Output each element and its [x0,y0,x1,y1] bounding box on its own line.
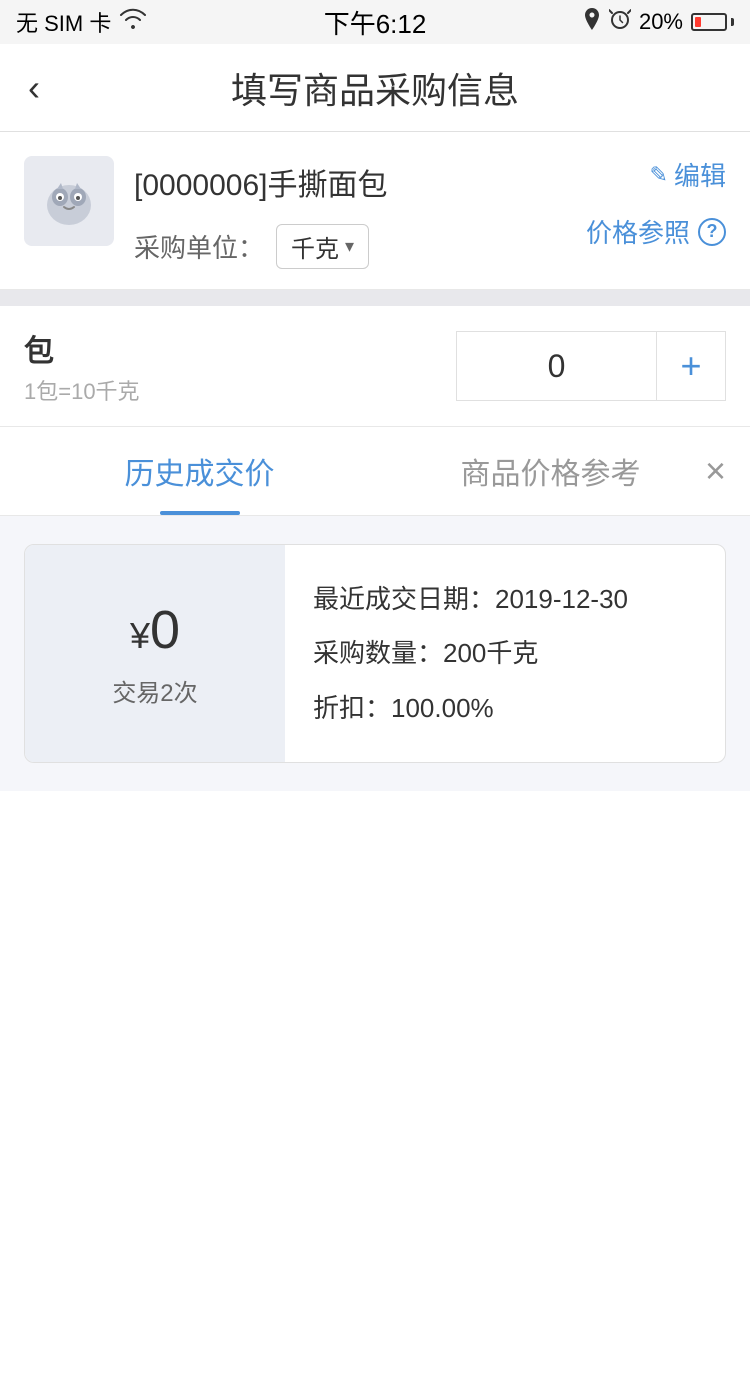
unit-label: 采购单位： [134,228,264,265]
product-name: [0000006]手撕面包 [134,160,387,204]
quantity-input-block: + [456,331,726,401]
wifi-icon [119,8,147,36]
section-divider [0,290,750,306]
status-bar: 无 SIM 卡 下午6:12 20% [0,0,750,44]
discount-label: 折扣： [313,693,391,723]
product-right: ✎ 编辑 价格参照 ? [586,156,726,250]
price-ref-label: 价格参照 [586,213,690,250]
close-button[interactable]: × [705,450,726,492]
carrier-label: 无 SIM 卡 [16,6,111,38]
battery-percent: 20% [639,9,683,35]
status-time: 下午6:12 [324,4,427,41]
edit-button[interactable]: ✎ 编辑 [650,156,726,193]
quantity-plus-button[interactable]: + [656,331,726,401]
help-icon: ? [698,218,726,246]
bottom-area [0,791,750,1391]
discount-value: 100.00% [391,693,494,723]
product-card: [0000006]手撕面包 采购单位： 千克 ▾ ✎ 编辑 价格参照 ? [0,132,750,290]
page-title: 填写商品采购信息 [231,62,519,114]
purchase-qty-value: 200千克 [443,638,538,668]
tab-bar: 历史成交价 商品价格参考 × [0,427,750,516]
page-header: ‹ 填写商品采购信息 [0,44,750,132]
quantity-row: 包 1包=10千克 + [0,306,750,427]
transactions-count: 交易2次 [112,673,197,708]
purchase-qty-row: 采购数量：200千克 [313,635,697,671]
product-thumbnail [24,156,114,246]
unit-value: 千克 [291,229,339,264]
status-right: 20% [583,8,734,36]
product-unit-row: 采购单位： 千克 ▾ [134,224,387,269]
quantity-unit: 包 [24,326,140,370]
back-button[interactable]: ‹ [28,67,40,109]
product-top-row: [0000006]手撕面包 采购单位： 千克 ▾ ✎ 编辑 价格参照 ? [24,156,726,269]
price-value: 0 [150,600,180,660]
alarm-icon [609,8,631,36]
price-reference-button[interactable]: 价格参照 ? [586,213,726,250]
recent-date-label: 最近成交日期： [313,584,495,614]
edit-icon: ✎ [650,162,668,188]
price-card-left: ¥0 交易2次 [25,545,285,762]
battery-indicator [691,13,734,31]
price-card-right: 最近成交日期：2019-12-30 采购数量：200千克 折扣：100.00% [285,545,725,762]
location-icon [583,8,601,36]
edit-label: 编辑 [674,156,726,193]
unit-selector[interactable]: 千克 ▾ [276,224,369,269]
tab-historical-price[interactable]: 历史成交价 [24,427,375,515]
dropdown-arrow-icon: ▾ [345,236,354,257]
quantity-input[interactable] [456,331,656,401]
recent-date-row: 最近成交日期：2019-12-30 [313,581,697,617]
quantity-label: 包 1包=10千克 [24,326,140,406]
tab-product-price-reference[interactable]: 商品价格参考 [375,427,726,515]
product-left: [0000006]手撕面包 采购单位： 千克 ▾ [24,156,387,269]
recent-date-value: 2019-12-30 [495,584,628,614]
quantity-conversion: 1包=10千克 [24,374,140,406]
tab-active-indicator [160,511,240,515]
product-info: [0000006]手撕面包 采购单位： 千克 ▾ [134,156,387,269]
tab1-label: 历史成交价 [125,449,275,493]
tab2-label: 商品价格参考 [461,449,641,493]
price-card: ¥0 交易2次 最近成交日期：2019-12-30 采购数量：200千克 折扣：… [24,544,726,763]
price-area: ¥0 交易2次 最近成交日期：2019-12-30 采购数量：200千克 折扣：… [0,516,750,791]
status-left: 无 SIM 卡 [16,6,147,38]
purchase-qty-label: 采购数量： [313,638,443,668]
discount-row: 折扣：100.00% [313,690,697,726]
currency-symbol: ¥ [130,615,150,656]
price-amount: ¥0 [130,599,180,661]
